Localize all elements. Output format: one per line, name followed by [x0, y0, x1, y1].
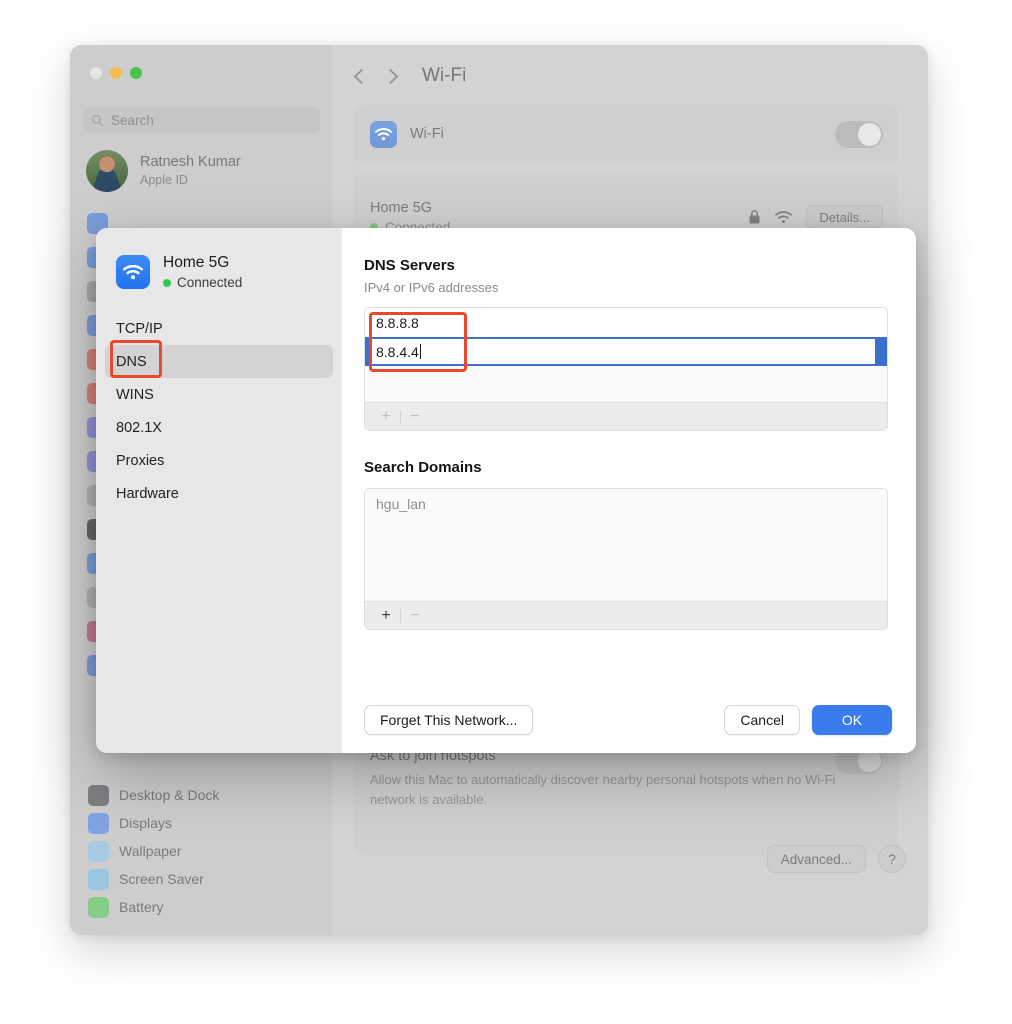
sidebar-item-displays[interactable]: Displays: [80, 809, 324, 837]
toggle-knob: [858, 122, 881, 146]
battery-icon: [88, 896, 109, 918]
close-window-button[interactable]: [90, 67, 102, 79]
wifi-signal-icon: [775, 210, 793, 223]
hotspot-description: Allow this Mac to automatically discover…: [370, 772, 836, 807]
dns-listbox-toolbar: + −: [365, 402, 887, 430]
network-actions: Details...: [748, 204, 883, 230]
maximize-window-button[interactable]: [130, 67, 142, 79]
dns-server-row[interactable]: 8.8.8.8: [365, 308, 887, 337]
sidebar-item-label: Screen Saver: [119, 871, 204, 887]
help-button[interactable]: ?: [878, 845, 906, 873]
sheet-menu-item-wins[interactable]: WINS: [105, 378, 333, 411]
search-domains-title: Search Domains: [364, 459, 482, 476]
wifi-toggle-card: Wi-Fi: [354, 105, 899, 163]
minimize-window-button[interactable]: [110, 67, 122, 79]
chevron-right-icon[interactable]: [382, 68, 399, 84]
desktop-dock-icon: [88, 784, 109, 806]
wifi-glyph-icon: [375, 127, 392, 140]
screen-saver-icon: [88, 868, 109, 890]
sheet-menu-item-dns[interactable]: DNS: [105, 345, 333, 378]
search-input[interactable]: Search: [82, 107, 320, 134]
dns-server-value: 8.8.8.8: [376, 314, 419, 331]
hotspot-card: Ask to join hotspots Allow this Mac to a…: [354, 735, 899, 855]
dns-remove-button[interactable]: −: [404, 408, 426, 425]
avatar: [86, 150, 128, 192]
sheet-menu: TCP/IP DNS WINS 802.1X Proxies Hardware: [96, 312, 342, 510]
dns-section: DNS Servers IPv4 or IPv6 addresses 8.8.8…: [364, 257, 888, 431]
sheet-network-name: Home 5G: [163, 254, 230, 271]
network-name: Home 5G: [370, 199, 433, 216]
sheet-network-text: Home 5G Connected: [163, 254, 242, 290]
wifi-glyph-icon: [123, 264, 143, 279]
sheet-network-header: Home 5G Connected: [96, 228, 342, 290]
page-title: Wi-Fi: [422, 65, 467, 86]
sheet-network-status-text: Connected: [177, 275, 243, 290]
wifi-toggle-switch[interactable]: [835, 120, 883, 148]
divider: [400, 409, 401, 424]
wallpaper-icon: [88, 840, 109, 862]
search-placeholder: Search: [111, 113, 154, 128]
text-caret: [419, 344, 422, 359]
sidebar-item-desktop-dock[interactable]: Desktop & Dock: [80, 781, 324, 809]
profile-name: Ratnesh Kumar: [140, 154, 241, 171]
sheet-menu-item-802-1x[interactable]: 802.1X: [105, 411, 333, 444]
sheet-menu-item-hardware[interactable]: Hardware: [105, 477, 333, 510]
search-domains-toolbar: + −: [365, 601, 887, 629]
sheet-network-status: Connected: [163, 275, 242, 290]
search-icon: [91, 114, 104, 127]
sidebar-item-label: Battery: [119, 899, 164, 915]
dns-server-row[interactable]: 8.8.4.4: [365, 337, 887, 366]
traffic-lights: [90, 67, 142, 79]
dns-empty-row[interactable]: [365, 366, 887, 395]
cancel-button[interactable]: Cancel: [724, 705, 800, 735]
sheet-main: DNS Servers IPv4 or IPv6 addresses 8.8.8…: [342, 228, 916, 753]
sidebar-items: Desktop & Dock Displays Wallpaper Screen Sa…: [80, 781, 324, 921]
details-button[interactable]: Details...: [806, 204, 883, 230]
dns-section-title: DNS Servers: [364, 257, 455, 274]
sidebar-item-battery[interactable]: Battery: [80, 893, 324, 921]
search-domain-empty-row[interactable]: [365, 547, 887, 576]
search-domains-add-button[interactable]: +: [375, 607, 397, 624]
sidebar-item-screen-saver[interactable]: Screen Saver: [80, 865, 324, 893]
search-domains-remove-button[interactable]: −: [404, 607, 426, 624]
wifi-icon: [370, 120, 397, 148]
chevron-left-icon[interactable]: [353, 68, 370, 84]
dns-add-button[interactable]: +: [375, 408, 397, 425]
lock-icon: [749, 210, 760, 224]
sheet-sidebar: Home 5G Connected TCP/IP DNS WINS 802.1X Pro…: [96, 228, 342, 753]
status-dot-icon: [163, 278, 171, 287]
sheet-footer-right: Cancel OK: [724, 705, 892, 735]
sheet-menu-item-proxies[interactable]: Proxies: [105, 444, 333, 477]
forget-network-button[interactable]: Forget This Network...: [364, 705, 534, 735]
profile-row[interactable]: Ratnesh Kumar Apple ID: [86, 150, 241, 192]
advanced-button[interactable]: Advanced...: [766, 845, 866, 873]
nav-row: Wi-Fi: [353, 65, 467, 87]
displays-icon: [88, 812, 109, 834]
sheet-menu-item-tcp-ip[interactable]: TCP/IP: [105, 312, 333, 345]
wifi-row-label: Wi-Fi: [410, 126, 444, 142]
search-domains-section: Search Domains hgu_lan + −: [364, 459, 888, 630]
dns-servers-listbox[interactable]: 8.8.8.8 8.8.4.4 + −: [364, 307, 888, 431]
sidebar-item-wallpaper[interactable]: Wallpaper: [80, 837, 324, 865]
dns-section-subtitle: IPv4 or IPv6 addresses: [364, 280, 499, 295]
wifi-icon: [116, 255, 150, 289]
sidebar-item-label: Displays: [119, 815, 172, 831]
divider: [400, 608, 401, 623]
search-domains-listbox[interactable]: hgu_lan + −: [364, 488, 888, 630]
sheet-footer: Forget This Network... Cancel OK: [342, 687, 916, 753]
sidebar-item-label: Desktop & Dock: [119, 787, 220, 803]
profile-text: Ratnesh Kumar Apple ID: [140, 153, 241, 189]
ok-button[interactable]: OK: [812, 705, 892, 735]
screen: Search Ratnesh Kumar Apple ID Desktop & …: [0, 0, 1012, 1024]
search-domain-row[interactable]: hgu_lan: [365, 489, 887, 518]
dns-server-value: 8.8.4.4: [376, 343, 419, 360]
search-domain-empty-row[interactable]: [365, 518, 887, 547]
profile-subtitle: Apple ID: [140, 173, 188, 188]
search-domain-rows: hgu_lan: [365, 489, 887, 605]
detail-footer-buttons: Advanced... ?: [766, 845, 906, 873]
network-details-sheet: Home 5G Connected TCP/IP DNS WINS 802.1X Pro…: [96, 228, 916, 753]
sidebar-item-label: Wallpaper: [119, 843, 182, 859]
